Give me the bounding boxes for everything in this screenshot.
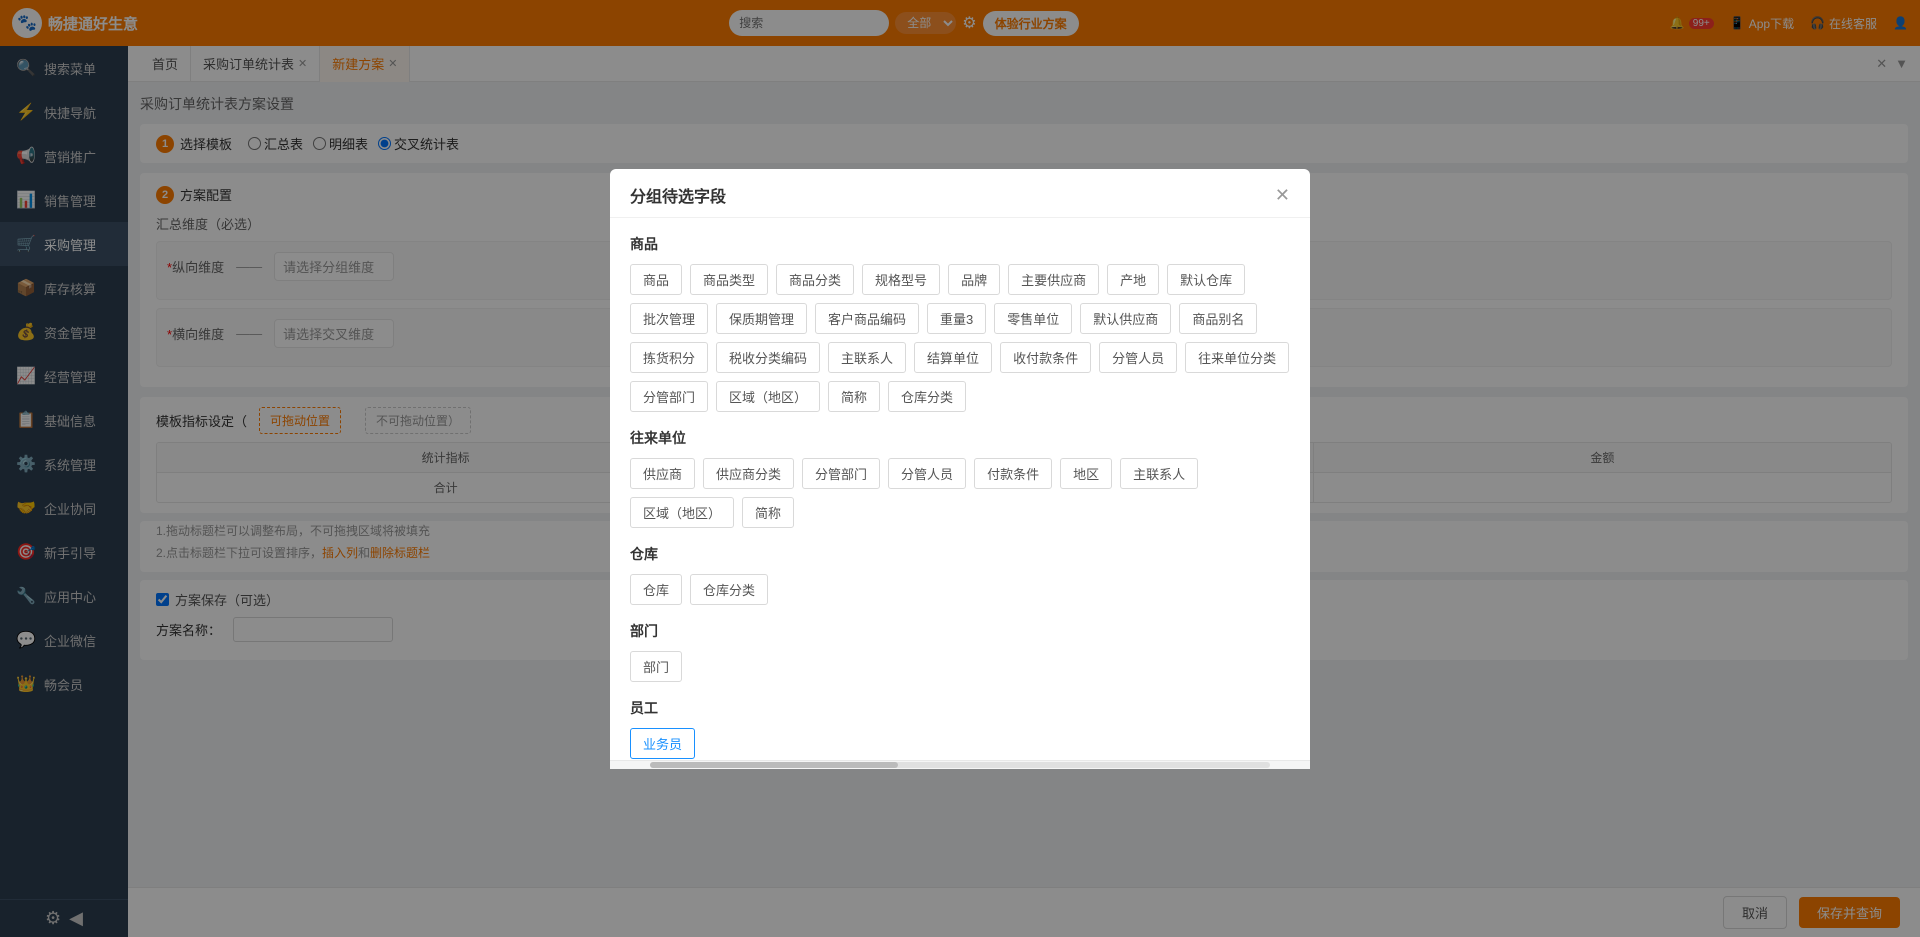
section-dept: 部门 部门	[630, 621, 1290, 682]
field-tag-payment-condition[interactable]: 付款条件	[974, 458, 1052, 489]
partner-fields: 供应商 供应商分类 分管部门 分管人员 付款条件 地区 主联系人 区域（地区） …	[630, 458, 1290, 528]
field-tag-weight3[interactable]: 重量3	[927, 303, 986, 334]
field-tag-supplier[interactable]: 供应商	[630, 458, 695, 489]
section-partner: 往来单位 供应商 供应商分类 分管部门 分管人员 付款条件 地区 主联系人 区域…	[630, 428, 1290, 528]
field-tag-expiry-mgmt[interactable]: 保质期管理	[716, 303, 807, 334]
goods-fields: 商品 商品类型 商品分类 规格型号 品牌 主要供应商 产地 默认仓库 批次管理 …	[630, 264, 1290, 412]
field-tag-brand[interactable]: 品牌	[948, 264, 1000, 295]
field-tag-supervise-person[interactable]: 分管人员	[888, 458, 966, 489]
field-tag-short-name-goods[interactable]: 简称	[828, 381, 880, 412]
field-tag-default-supplier[interactable]: 默认供应商	[1080, 303, 1171, 334]
section-staff-title: 员工	[630, 698, 1290, 718]
dialog-footer-scrollbar	[610, 760, 1310, 768]
field-tag-payment-terms[interactable]: 收付款条件	[1000, 342, 1091, 373]
field-tag-batch-mgmt[interactable]: 批次管理	[630, 303, 708, 334]
section-partner-title: 往来单位	[630, 428, 1290, 448]
section-goods: 商品 商品 商品类型 商品分类 规格型号 品牌 主要供应商 产地 默认仓库 批次…	[630, 234, 1290, 412]
field-selection-dialog: 分组待选字段 ✕ 商品 商品 商品类型 商品分类 规格型号 品牌 主要供应商 产…	[610, 169, 1310, 769]
field-tag-supervise-dept[interactable]: 分管部门	[802, 458, 880, 489]
field-tag-area[interactable]: 地区	[1060, 458, 1112, 489]
field-tag-main-contact-partner[interactable]: 主联系人	[1120, 458, 1198, 489]
dialog-close-button[interactable]: ✕	[1275, 186, 1290, 204]
field-tag-retail-unit[interactable]: 零售单位	[994, 303, 1072, 334]
dialog-hscroll-thumb[interactable]	[650, 762, 898, 768]
field-tag-default-warehouse[interactable]: 默认仓库	[1167, 264, 1245, 295]
field-tag-goods-category[interactable]: 商品分类	[776, 264, 854, 295]
section-dept-title: 部门	[630, 621, 1290, 641]
field-tag-spec-model[interactable]: 规格型号	[862, 264, 940, 295]
field-tag-customer-code[interactable]: 客户商品编码	[815, 303, 919, 334]
section-warehouse-title: 仓库	[630, 544, 1290, 564]
dialog-title: 分组待选字段	[630, 183, 726, 207]
section-staff: 员工 业务员	[630, 698, 1290, 759]
field-tag-department[interactable]: 部门	[630, 651, 682, 682]
field-tag-pick-score[interactable]: 拣货积分	[630, 342, 708, 373]
staff-fields: 业务员	[630, 728, 1290, 759]
field-tag-main-contact[interactable]: 主联系人	[828, 342, 906, 373]
field-tag-settlement-unit[interactable]: 结算单位	[914, 342, 992, 373]
field-tag-dept[interactable]: 分管部门	[630, 381, 708, 412]
field-tag-region-goods[interactable]: 区域（地区）	[716, 381, 820, 412]
field-tag-origin[interactable]: 产地	[1107, 264, 1159, 295]
section-goods-title: 商品	[630, 234, 1290, 254]
field-tag-goods-type[interactable]: 商品类型	[690, 264, 768, 295]
field-tag-warehouse-cat[interactable]: 仓库分类	[690, 574, 768, 605]
field-tag-warehouse[interactable]: 仓库	[630, 574, 682, 605]
field-tag-tax-code[interactable]: 税收分类编码	[716, 342, 820, 373]
warehouse-fields: 仓库 仓库分类	[630, 574, 1290, 605]
field-tag-goods-alias[interactable]: 商品别名	[1179, 303, 1257, 334]
field-tag-short-name-partner[interactable]: 简称	[742, 497, 794, 528]
field-tag-partner-category[interactable]: 往来单位分类	[1185, 342, 1289, 373]
dialog-hscroll-track[interactable]	[650, 762, 1270, 768]
field-tag-warehouse-category[interactable]: 仓库分类	[888, 381, 966, 412]
dialog-body: 商品 商品 商品类型 商品分类 规格型号 品牌 主要供应商 产地 默认仓库 批次…	[610, 218, 1310, 761]
field-tag-main-supplier[interactable]: 主要供应商	[1008, 264, 1099, 295]
section-warehouse: 仓库 仓库 仓库分类	[630, 544, 1290, 605]
dept-fields: 部门	[630, 651, 1290, 682]
field-tag-supervisor[interactable]: 分管人员	[1099, 342, 1177, 373]
field-tag-region-partner[interactable]: 区域（地区）	[630, 497, 734, 528]
dialog-header: 分组待选字段 ✕	[610, 169, 1310, 218]
field-tag-supplier-category[interactable]: 供应商分类	[703, 458, 794, 489]
field-tag-goods[interactable]: 商品	[630, 264, 682, 295]
field-tag-salesperson[interactable]: 业务员	[630, 728, 695, 759]
